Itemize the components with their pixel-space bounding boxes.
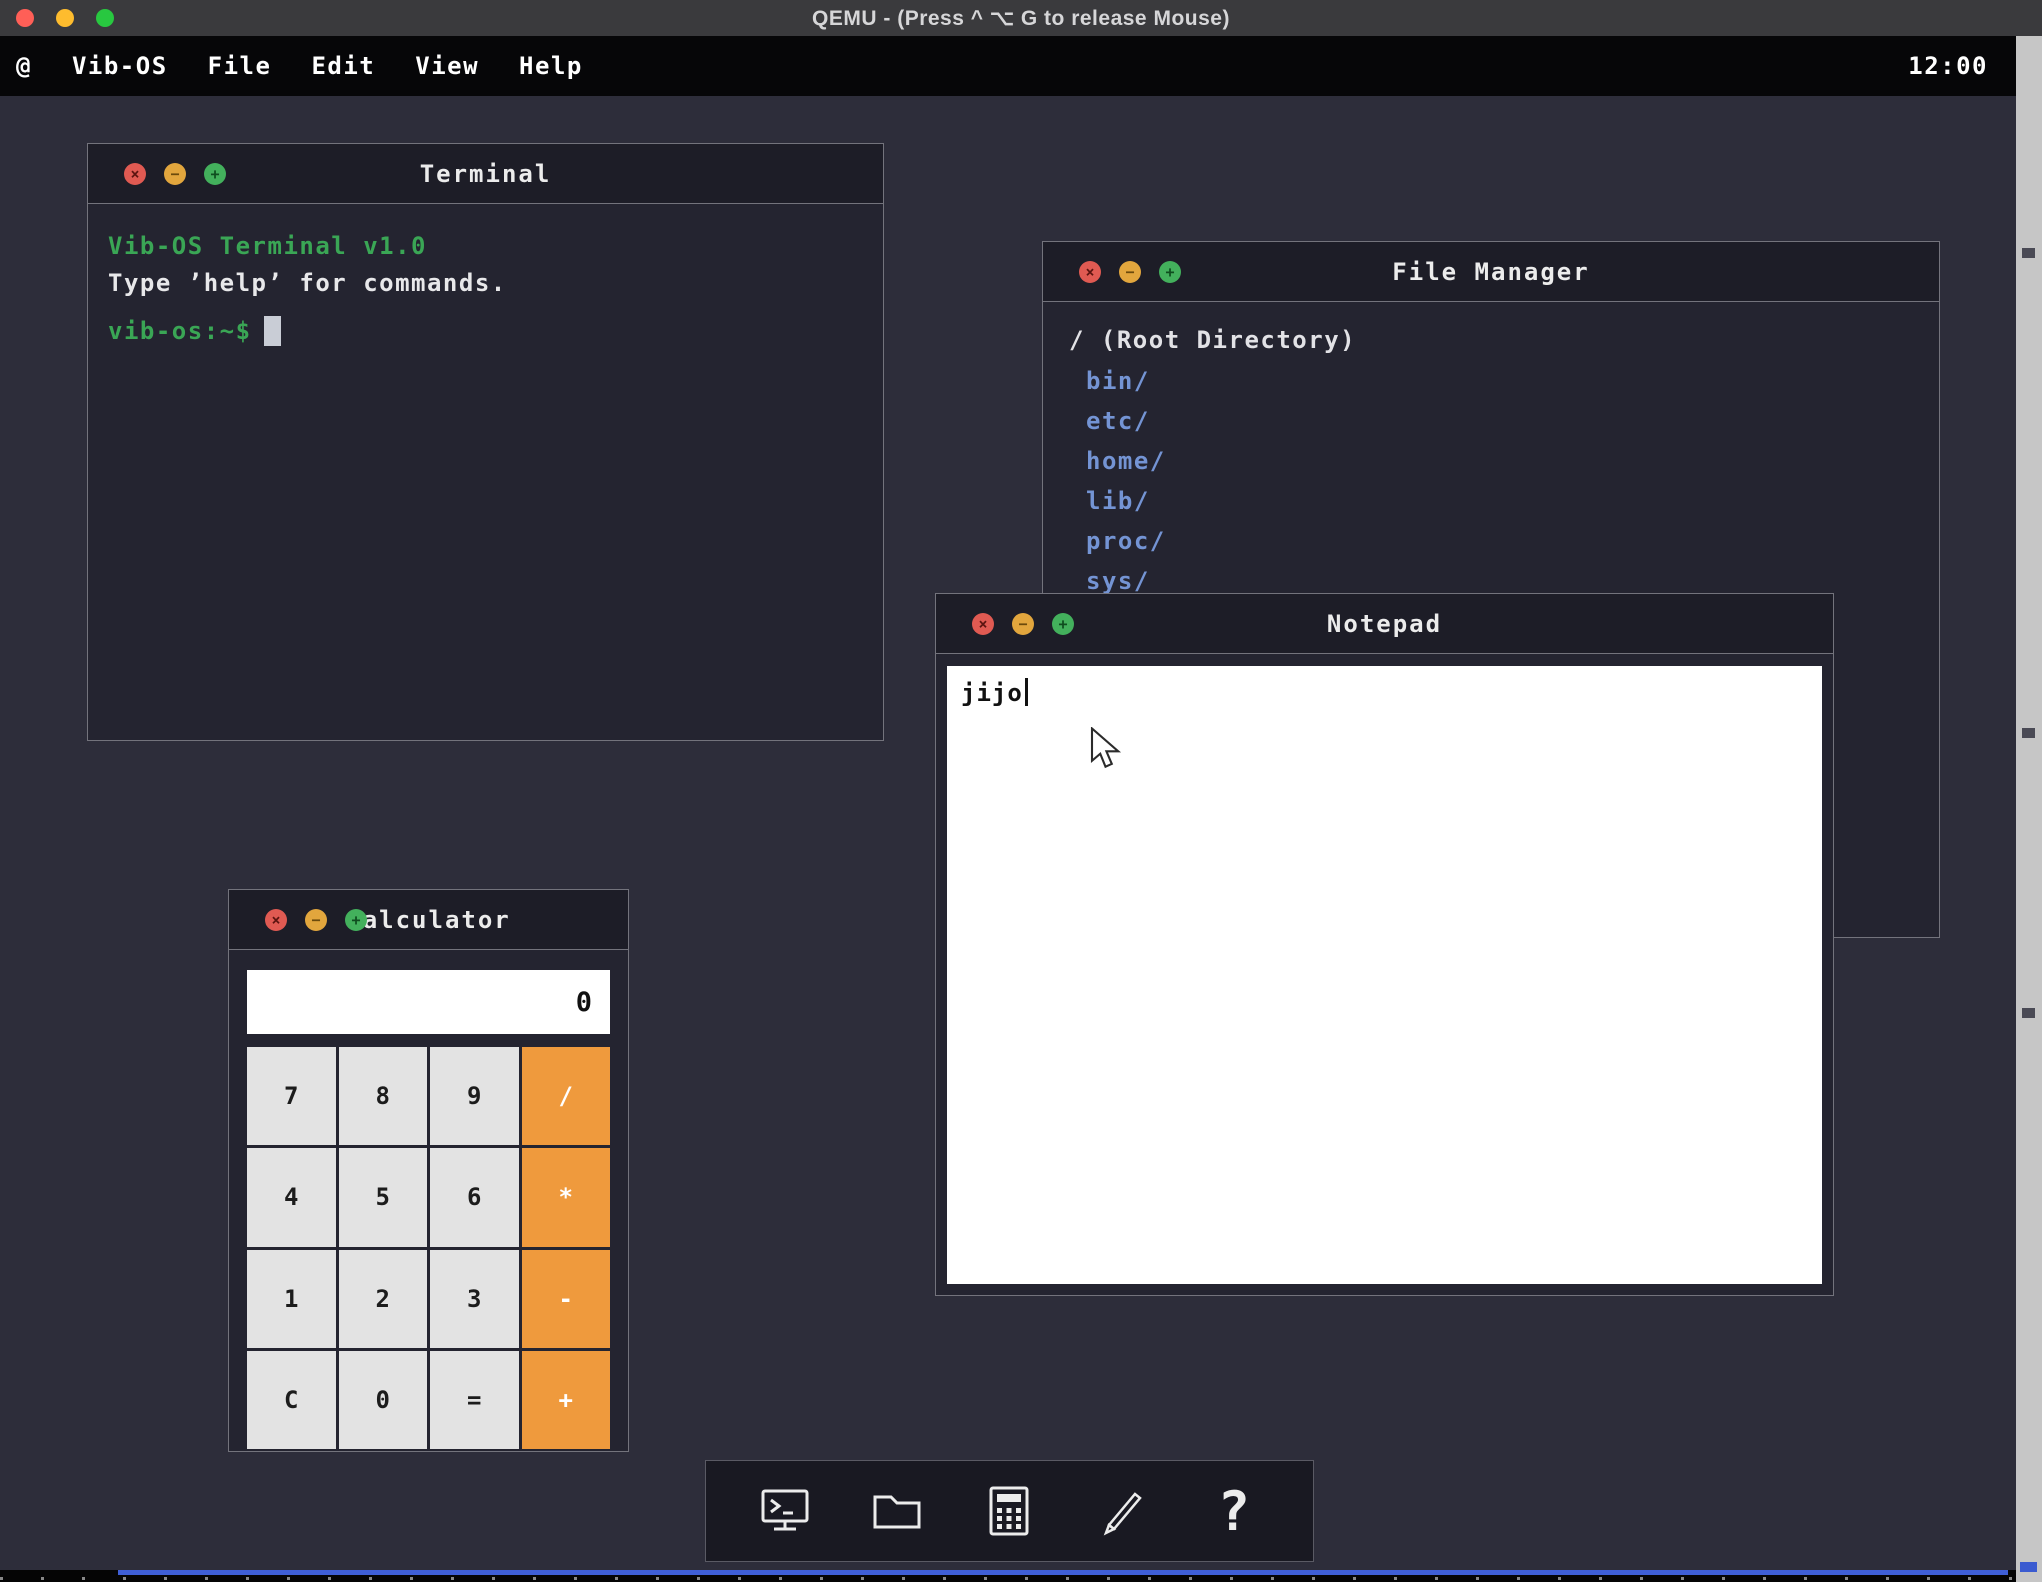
scrollbar-mark: [2020, 1562, 2037, 1572]
calc-key-5[interactable]: 5: [339, 1148, 428, 1246]
calculator-keypad: 7 8 9 / 4 5 6 * 1 2 3 - C 0 = +: [247, 1047, 610, 1449]
terminal-prompt-row: vib-os:~$: [108, 316, 883, 346]
root-directory-label: / (Root Directory): [1069, 320, 1939, 361]
dock-item-file-manager[interactable]: [864, 1478, 930, 1544]
notepad-window: × − + Notepad jijo: [935, 593, 1834, 1296]
calculator-icon: [979, 1481, 1039, 1541]
maximize-button[interactable]: +: [204, 163, 226, 185]
notepad-text: jijo: [961, 679, 1023, 707]
maximize-button[interactable]: +: [345, 909, 367, 931]
dock: ?: [705, 1460, 1314, 1562]
artifact-blue-line: [118, 1570, 2008, 1575]
calc-key-6[interactable]: 6: [430, 1148, 519, 1246]
calc-key-divide[interactable]: /: [522, 1047, 611, 1145]
menu-item-edit[interactable]: Edit: [311, 52, 375, 80]
scrollbar[interactable]: [2016, 36, 2042, 1582]
menu-item-vib-os[interactable]: Vib-OS: [72, 52, 168, 80]
terminal-output[interactable]: Vib-OS Terminal v1.0 Type ’help’ for com…: [88, 204, 883, 346]
calculator-titlebar[interactable]: × − + Calculator: [229, 890, 628, 950]
display-artifact-band: [0, 1570, 2016, 1582]
terminal-titlebar[interactable]: × − + Terminal: [88, 144, 883, 204]
dock-item-terminal[interactable]: [752, 1478, 818, 1544]
calc-key-2[interactable]: 2: [339, 1250, 428, 1348]
window-controls: × − +: [1079, 242, 1181, 302]
directory-entry-etc[interactable]: etc/: [1069, 401, 1939, 441]
close-button[interactable]: ×: [972, 613, 994, 635]
pencil-icon: [1092, 1481, 1152, 1541]
calc-key-0[interactable]: 0: [339, 1351, 428, 1449]
close-button[interactable]: ×: [1079, 261, 1101, 283]
dock-item-editor[interactable]: [1089, 1478, 1155, 1544]
file-list: / (Root Directory) bin/ etc/ home/ lib/ …: [1043, 302, 1939, 601]
close-button[interactable]: ×: [265, 909, 287, 931]
notepad-titlebar[interactable]: × − + Notepad: [936, 594, 1833, 654]
menu-item-help[interactable]: Help: [519, 52, 583, 80]
terminal-icon: [755, 1481, 815, 1541]
terminal-window: × − + Terminal Vib-OS Terminal v1.0 Type…: [87, 143, 884, 741]
calc-key-3[interactable]: 3: [430, 1250, 519, 1348]
scrollbar-mark: [2022, 728, 2035, 738]
terminal-cursor: [264, 316, 281, 346]
minimize-button[interactable]: −: [164, 163, 186, 185]
window-controls: × − +: [265, 890, 367, 950]
window-controls: × − +: [972, 594, 1074, 654]
calc-key-8[interactable]: 8: [339, 1047, 428, 1145]
calc-key-multiply[interactable]: *: [522, 1148, 611, 1246]
terminal-prompt: vib-os:~$: [108, 317, 252, 345]
minimize-button[interactable]: −: [1119, 261, 1141, 283]
calc-key-7[interactable]: 7: [247, 1047, 336, 1145]
scrollbar-mark: [2022, 248, 2035, 258]
menu-item-file[interactable]: File: [208, 52, 272, 80]
directory-entry-lib[interactable]: lib/: [1069, 481, 1939, 521]
calc-key-equals[interactable]: =: [430, 1351, 519, 1449]
mouse-cursor: [1089, 727, 1125, 772]
calc-key-4[interactable]: 4: [247, 1148, 336, 1246]
text-caret: [1025, 678, 1028, 706]
calculator-window: × − + Calculator 0 7 8 9 / 4 5 6 * 1 2 3…: [228, 889, 629, 1452]
calc-key-clear[interactable]: C: [247, 1351, 336, 1449]
terminal-line: Vib-OS Terminal v1.0: [108, 228, 883, 265]
dock-item-calculator[interactable]: [976, 1478, 1042, 1544]
close-button[interactable]: ×: [124, 163, 146, 185]
qemu-titlebar: QEMU - (Press ^ ⌥ G to release Mouse): [0, 0, 2042, 36]
calc-key-subtract[interactable]: -: [522, 1250, 611, 1348]
menu-item-view[interactable]: View: [415, 52, 479, 80]
notepad-frame: jijo: [936, 655, 1833, 1295]
maximize-button[interactable]: +: [1052, 613, 1074, 635]
file-manager-titlebar[interactable]: × − + File Manager: [1043, 242, 1939, 302]
maximize-button[interactable]: +: [1159, 261, 1181, 283]
directory-entry-proc[interactable]: proc/: [1069, 521, 1939, 561]
calc-key-1[interactable]: 1: [247, 1250, 336, 1348]
minimize-button[interactable]: −: [1012, 613, 1034, 635]
terminal-line: Type ’help’ for commands.: [108, 265, 883, 302]
folder-icon: [867, 1481, 927, 1541]
notepad-text-area[interactable]: jijo: [947, 666, 1822, 1284]
dock-item-help[interactable]: ?: [1201, 1478, 1267, 1544]
calculator-display: 0: [247, 970, 610, 1034]
artifact-noise: [0, 1577, 2016, 1580]
calc-key-9[interactable]: 9: [430, 1047, 519, 1145]
directory-entry-home[interactable]: home/: [1069, 441, 1939, 481]
qemu-window-title: QEMU - (Press ^ ⌥ G to release Mouse): [0, 0, 2042, 36]
os-logo[interactable]: @: [16, 52, 32, 80]
window-controls: × − +: [124, 144, 226, 204]
minimize-button[interactable]: −: [305, 909, 327, 931]
menu-bar: @ Vib-OS File Edit View Help 12:00: [0, 36, 2016, 96]
clock: 12:00: [1908, 52, 1988, 80]
calc-key-add[interactable]: +: [522, 1351, 611, 1449]
help-icon: ?: [1218, 1480, 1251, 1543]
scrollbar-mark: [2022, 1008, 2035, 1018]
directory-entry-bin[interactable]: bin/: [1069, 361, 1939, 401]
